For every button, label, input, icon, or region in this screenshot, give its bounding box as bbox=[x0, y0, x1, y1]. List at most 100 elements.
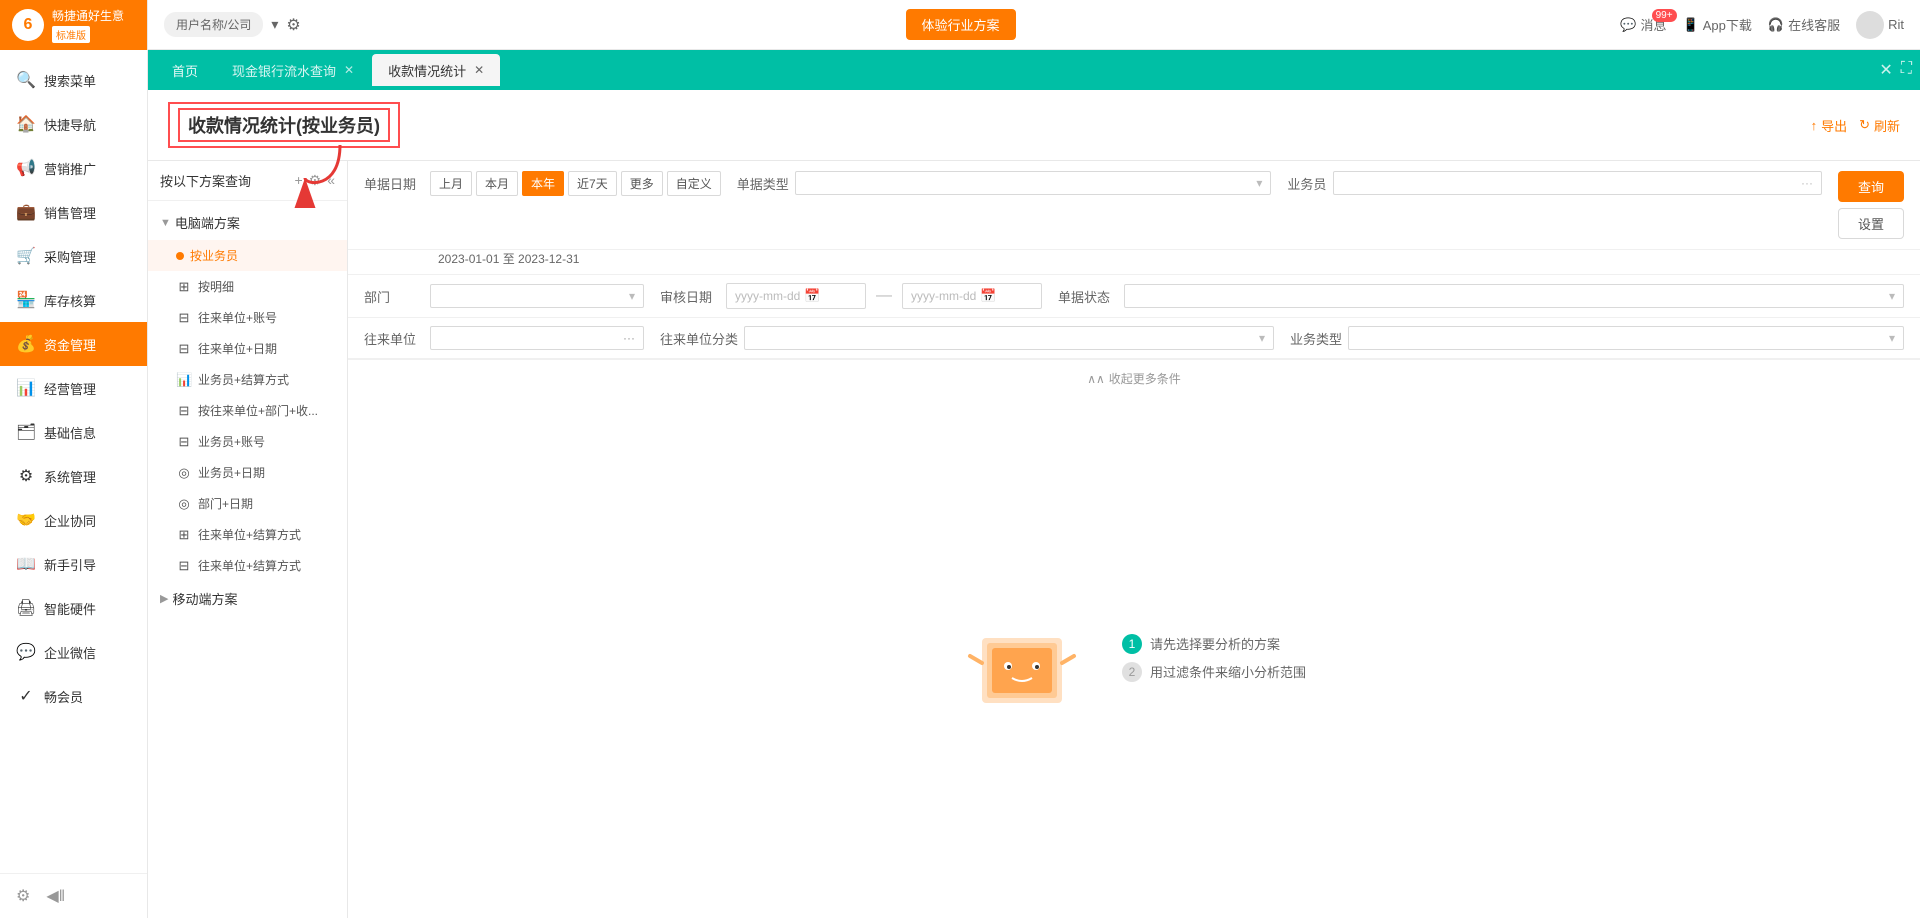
sidebar-item-company[interactable]: 🤝 企业协同 bbox=[0, 498, 147, 542]
empty-illustration bbox=[962, 598, 1082, 718]
scheme-item-partner-dept[interactable]: ⊟ 按往来单位+部门+收... bbox=[148, 395, 347, 426]
page-title-box: 收款情况统计(按业务员) bbox=[168, 102, 400, 148]
sidebar-item-quicknav-label: 快捷导航 bbox=[44, 115, 96, 134]
dept-date-icon: ◎ bbox=[176, 496, 192, 512]
sidebar-item-inventory[interactable]: 🏪 库存核算 bbox=[0, 278, 147, 322]
scheme-collapse-icon[interactable]: « bbox=[327, 172, 335, 189]
logo-area: 6 畅捷通好生意 标准版 bbox=[0, 0, 147, 50]
scheme-item-partner-date[interactable]: ⊟ 往来单位+日期 bbox=[148, 333, 347, 364]
doc-status-dropdown-icon: ▾ bbox=[1889, 289, 1895, 303]
date-btn-this-month[interactable]: 本月 bbox=[476, 171, 518, 196]
scheme-item-salesman-date[interactable]: ◎ 业务员+日期 bbox=[148, 457, 347, 488]
trial-button[interactable]: 体验行业方案 bbox=[906, 9, 1016, 40]
salesman-select[interactable]: ··· bbox=[1333, 171, 1822, 195]
tab-close-window-icon[interactable]: ✕ bbox=[1879, 60, 1892, 80]
sidebar-item-inventory-label: 库存核算 bbox=[44, 291, 96, 310]
scheme-add-icon[interactable]: + bbox=[294, 172, 302, 189]
business-type-label: 业务类型 bbox=[1290, 329, 1342, 348]
sidebar-item-wechat-label: 企业微信 bbox=[44, 643, 96, 662]
scheme-item-partner-account[interactable]: ⊟ 往来单位+账号 bbox=[148, 302, 347, 333]
date-btn-last-month[interactable]: 上月 bbox=[430, 171, 472, 196]
app-download-button[interactable]: 📱 App下载 bbox=[1683, 15, 1752, 34]
quicknav-icon: 🏠 bbox=[16, 114, 36, 134]
doc-status-label: 单据状态 bbox=[1058, 287, 1118, 306]
doc-type-select[interactable]: ▾ bbox=[795, 171, 1272, 195]
sidebar-item-purchase[interactable]: 🛒 采购管理 bbox=[0, 234, 147, 278]
scheme-item-dept-date[interactable]: ◎ 部门+日期 bbox=[148, 488, 347, 519]
partner-category-select[interactable]: ▾ bbox=[744, 326, 1274, 350]
main-area: 用户名称/公司 ▾ ⚙ 体验行业方案 💬 消息 99+ 📱 App下载 🎧 在线… bbox=[148, 0, 1920, 918]
sidebar-item-beginner[interactable]: 📖 新手引导 bbox=[0, 542, 147, 586]
scheme-group-mobile-title[interactable]: ▶ 移动端方案 bbox=[148, 581, 347, 616]
sidebar-item-wechat[interactable]: 💬 企业微信 bbox=[0, 630, 147, 674]
scheme-item-salesman-settle[interactable]: 📊 业务员+结算方式 bbox=[148, 364, 347, 395]
date-btn-more[interactable]: 更多 bbox=[621, 171, 663, 196]
refresh-button[interactable]: ↻ 刷新 bbox=[1859, 116, 1900, 135]
sidebar-item-system[interactable]: ⚙ 系统管理 bbox=[0, 454, 147, 498]
scheme-item-salesman[interactable]: 按业务员 bbox=[148, 240, 347, 271]
sidebar-item-quicknav[interactable]: 🏠 快捷导航 bbox=[0, 102, 147, 146]
tab-bank-flow-close[interactable]: ✕ bbox=[344, 63, 354, 77]
tab-home[interactable]: 首页 bbox=[156, 54, 214, 86]
scheme-sidebar: 按以下方案查询 + ⚙ « ▼ 电脑端方案 bbox=[148, 161, 348, 918]
collapse-bar[interactable]: ∧∧ 收起更多条件 bbox=[348, 359, 1920, 397]
tab-collection-stats-close[interactable]: ✕ bbox=[474, 63, 484, 77]
sidebar-item-system-label: 系统管理 bbox=[44, 467, 96, 486]
settings-button[interactable]: 设置 bbox=[1838, 208, 1904, 239]
scheme-item-salesman-account[interactable]: ⊟ 业务员+账号 bbox=[148, 426, 347, 457]
dept-select[interactable]: ▾ bbox=[430, 284, 644, 308]
active-dot-icon bbox=[176, 252, 184, 260]
review-date-from[interactable]: yyyy-mm-dd 📅 bbox=[726, 283, 866, 309]
partner-select[interactable]: ··· bbox=[430, 326, 644, 350]
sidebar-item-basic[interactable]: 🗂 基础信息 bbox=[0, 410, 147, 454]
company-icon: 🤝 bbox=[16, 510, 36, 530]
detail-icon: ⊞ bbox=[176, 279, 192, 295]
sidebar-item-operation[interactable]: 📊 经营管理 bbox=[0, 366, 147, 410]
doc-status-select[interactable]: ▾ bbox=[1124, 284, 1904, 308]
sidebar-item-search-label: 搜索菜单 bbox=[44, 71, 96, 90]
scheme-gear-icon[interactable]: ⚙ bbox=[309, 172, 322, 189]
export-button[interactable]: ↑ 导出 bbox=[1811, 116, 1848, 135]
sidebar-item-hardware[interactable]: 🖨 智能硬件 bbox=[0, 586, 147, 630]
tab-bank-flow-label: 现金银行流水查询 bbox=[232, 61, 336, 80]
sidebar-footer: ⚙ ◀‖ bbox=[0, 873, 147, 918]
sidebar-item-search[interactable]: 🔍 搜索菜单 bbox=[0, 58, 147, 102]
message-button[interactable]: 💬 消息 99+ bbox=[1620, 15, 1666, 34]
filter-section: 单据日期 上月 本月 本年 近7天 更多 自定义 bbox=[348, 161, 1920, 918]
sidebar-item-company-label: 企业协同 bbox=[44, 511, 96, 530]
scheme-group-mobile-label: 移动端方案 bbox=[172, 589, 237, 608]
tab-collection-stats[interactable]: 收款情况统计 ✕ bbox=[372, 54, 500, 86]
scheme-item-partner-settle2[interactable]: ⊟ 往来单位+结算方式 bbox=[148, 550, 347, 581]
calendar-to-icon[interactable]: 📅 bbox=[980, 288, 996, 304]
date-btn-this-year[interactable]: 本年 bbox=[522, 171, 564, 196]
tab-maximize-icon[interactable]: ⛶ bbox=[1901, 60, 1912, 80]
scheme-group-desktop-title[interactable]: ▼ 电脑端方案 bbox=[148, 205, 347, 240]
review-date-to[interactable]: yyyy-mm-dd 📅 bbox=[902, 283, 1042, 309]
sidebar-item-marketing[interactable]: 📢 营销推广 bbox=[0, 146, 147, 190]
sidebar-item-finance[interactable]: 💰 资金管理 bbox=[0, 322, 147, 366]
user-area[interactable]: Rit bbox=[1856, 11, 1904, 39]
dropdown-icon[interactable]: ▾ bbox=[271, 16, 278, 33]
scheme-item-partner-settle2-label: 往来单位+结算方式 bbox=[198, 557, 301, 574]
scheme-item-partner-account-label: 往来单位+账号 bbox=[198, 309, 277, 326]
scheme-item-detail[interactable]: ⊞ 按明细 bbox=[148, 271, 347, 302]
query-button[interactable]: 查询 bbox=[1838, 171, 1904, 202]
salesman-account-icon: ⊟ bbox=[176, 434, 192, 450]
scheme-item-partner-settle1[interactable]: ⊞ 往来单位+结算方式 bbox=[148, 519, 347, 550]
sidebar-item-sales[interactable]: 💼 销售管理 bbox=[0, 190, 147, 234]
calendar-from-icon[interactable]: 📅 bbox=[804, 288, 820, 304]
business-type-select[interactable]: ▾ bbox=[1348, 326, 1904, 350]
sidebar-item-marketing-label: 营销推广 bbox=[44, 159, 96, 178]
partner-account-icon: ⊟ bbox=[176, 310, 192, 326]
date-btn-7days[interactable]: 近7天 bbox=[568, 171, 617, 196]
settings-footer-icon[interactable]: ⚙ bbox=[16, 886, 30, 906]
collapse-sidebar-icon[interactable]: ◀‖ bbox=[46, 886, 65, 906]
sidebar-item-vip[interactable]: ✓ 畅会员 bbox=[0, 674, 147, 718]
date-btn-custom[interactable]: 自定义 bbox=[667, 171, 721, 196]
header-gear-icon[interactable]: ⚙ bbox=[286, 15, 300, 35]
salesman-label: 业务员 bbox=[1287, 174, 1327, 193]
scheme-header-actions: + ⚙ « bbox=[294, 172, 335, 189]
scheme-item-partner-date-label: 往来单位+日期 bbox=[198, 340, 277, 357]
online-service-button[interactable]: 🎧 在线客服 bbox=[1768, 15, 1840, 34]
tab-bank-flow[interactable]: 现金银行流水查询 ✕ bbox=[216, 54, 370, 86]
